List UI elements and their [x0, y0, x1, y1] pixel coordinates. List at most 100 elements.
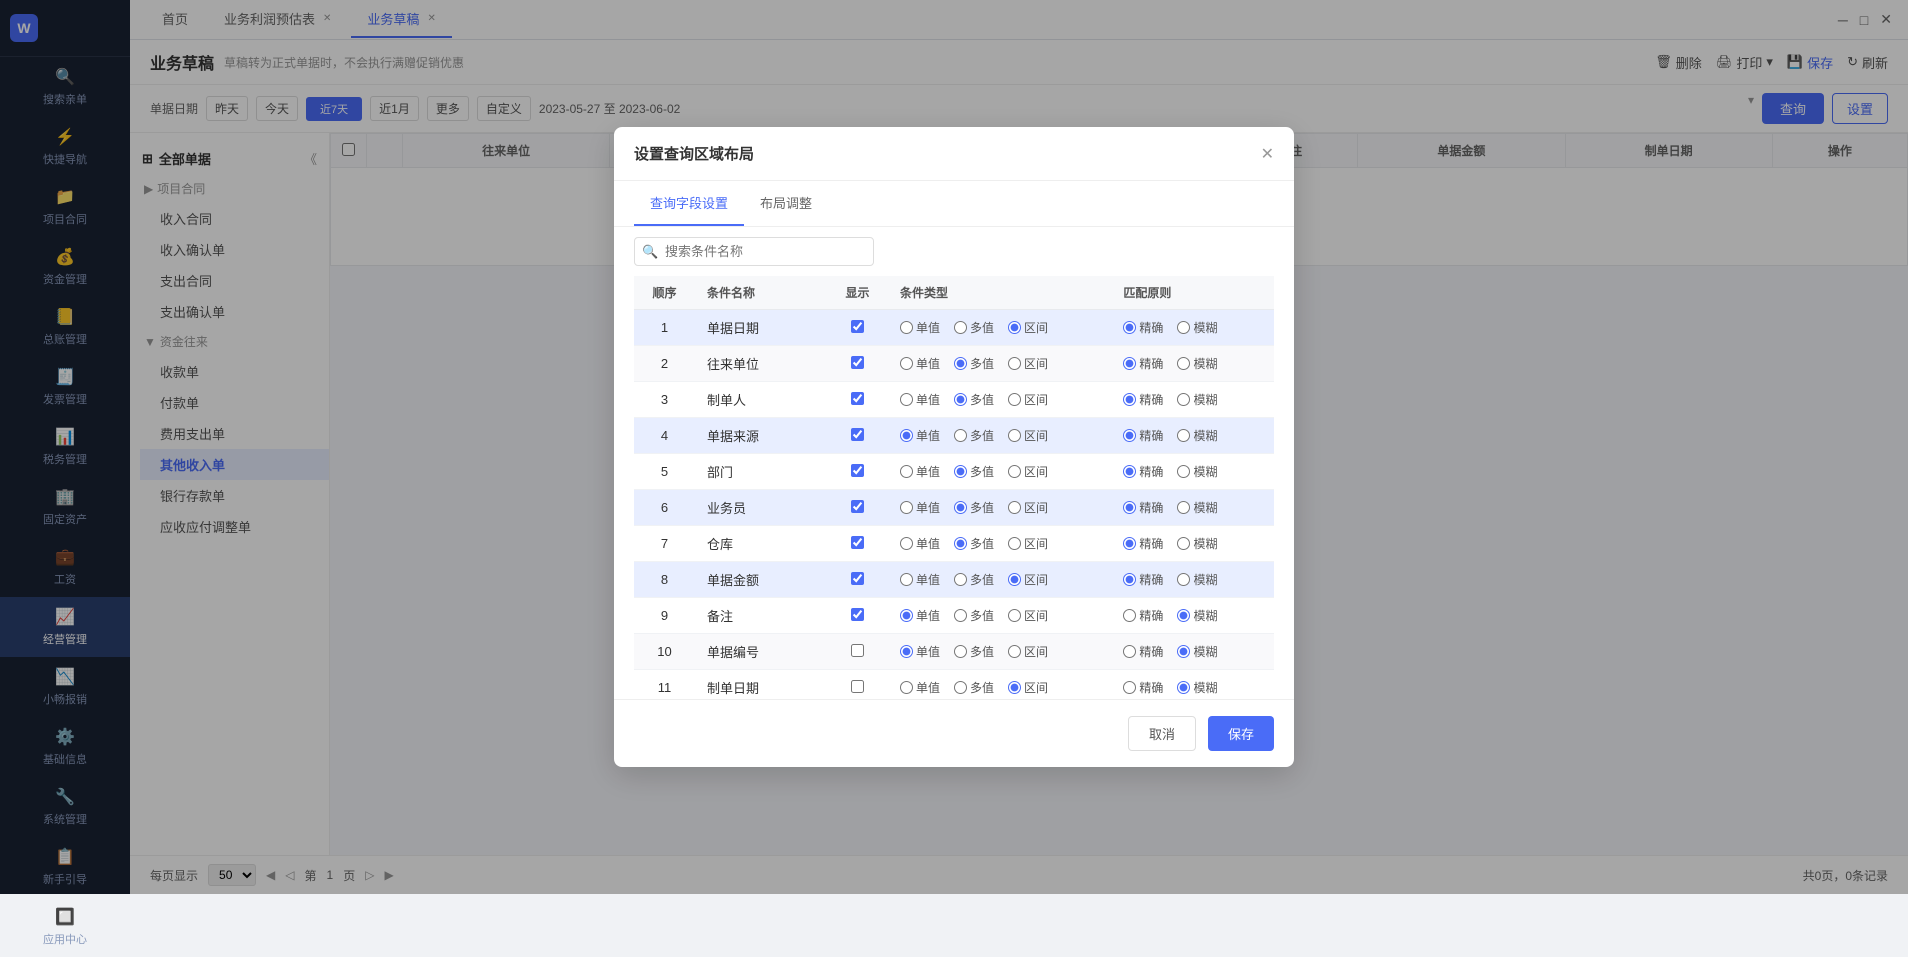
- radio-match_exact[interactable]: [1123, 537, 1136, 550]
- radio-label-match_fuzzy[interactable]: 模糊: [1177, 535, 1217, 552]
- radio-label-type_range[interactable]: 区间: [1008, 535, 1048, 552]
- radio-type_range[interactable]: [1008, 501, 1021, 514]
- radio-type_single[interactable]: [900, 681, 913, 694]
- radio-label-match_fuzzy[interactable]: 模糊: [1177, 643, 1217, 660]
- radio-type_single[interactable]: [900, 393, 913, 406]
- radio-label-type_multi[interactable]: 多值: [954, 391, 994, 408]
- visible-checkbox[interactable]: [851, 464, 864, 477]
- radio-label-type_multi[interactable]: 多值: [954, 319, 994, 336]
- radio-label-match_exact[interactable]: 精确: [1123, 391, 1163, 408]
- radio-type_range[interactable]: [1008, 645, 1021, 658]
- radio-match_fuzzy[interactable]: [1177, 537, 1190, 550]
- radio-label-type_single[interactable]: 单值: [900, 607, 940, 624]
- radio-match_fuzzy[interactable]: [1177, 645, 1190, 658]
- radio-match_exact[interactable]: [1123, 573, 1136, 586]
- radio-label-type_range[interactable]: 区间: [1008, 355, 1048, 372]
- radio-label-match_fuzzy[interactable]: 模糊: [1177, 427, 1217, 444]
- radio-match_exact[interactable]: [1123, 357, 1136, 370]
- radio-label-match_exact[interactable]: 精确: [1123, 643, 1163, 660]
- radio-label-type_single[interactable]: 单值: [900, 679, 940, 696]
- radio-match_exact[interactable]: [1123, 609, 1136, 622]
- radio-label-match_fuzzy[interactable]: 模糊: [1177, 499, 1217, 516]
- visible-checkbox[interactable]: [851, 680, 864, 693]
- radio-label-match_exact[interactable]: 精确: [1123, 535, 1163, 552]
- radio-label-match_exact[interactable]: 精确: [1123, 607, 1163, 624]
- radio-label-type_multi[interactable]: 多值: [954, 679, 994, 696]
- visible-checkbox[interactable]: [851, 536, 864, 549]
- radio-label-match_exact[interactable]: 精确: [1123, 355, 1163, 372]
- radio-type_multi[interactable]: [954, 321, 967, 334]
- radio-type_multi[interactable]: [954, 393, 967, 406]
- radio-type_range[interactable]: [1008, 537, 1021, 550]
- save-modal-button[interactable]: 保存: [1208, 716, 1274, 751]
- visible-checkbox[interactable]: [851, 572, 864, 585]
- modal-tab-layout[interactable]: 布局调整: [744, 181, 828, 226]
- radio-label-type_multi[interactable]: 多值: [954, 463, 994, 480]
- radio-type_range[interactable]: [1008, 609, 1021, 622]
- radio-type_range[interactable]: [1008, 429, 1021, 442]
- radio-label-type_range[interactable]: 区间: [1008, 463, 1048, 480]
- radio-type_range[interactable]: [1008, 681, 1021, 694]
- radio-type_range[interactable]: [1008, 321, 1021, 334]
- radio-label-type_single[interactable]: 单值: [900, 427, 940, 444]
- radio-type_multi[interactable]: [954, 681, 967, 694]
- radio-type_single[interactable]: [900, 609, 913, 622]
- radio-type_single[interactable]: [900, 573, 913, 586]
- radio-type_multi[interactable]: [954, 645, 967, 658]
- radio-label-type_range[interactable]: 区间: [1008, 391, 1048, 408]
- radio-label-type_multi[interactable]: 多值: [954, 499, 994, 516]
- radio-type_multi[interactable]: [954, 465, 967, 478]
- radio-type_range[interactable]: [1008, 573, 1021, 586]
- visible-checkbox[interactable]: [851, 608, 864, 621]
- radio-match_fuzzy[interactable]: [1177, 357, 1190, 370]
- radio-label-type_single[interactable]: 单值: [900, 535, 940, 552]
- visible-checkbox[interactable]: [851, 356, 864, 369]
- radio-match_exact[interactable]: [1123, 465, 1136, 478]
- radio-label-match_exact[interactable]: 精确: [1123, 319, 1163, 336]
- radio-label-match_exact[interactable]: 精确: [1123, 571, 1163, 588]
- radio-label-type_multi[interactable]: 多值: [954, 571, 994, 588]
- radio-label-match_fuzzy[interactable]: 模糊: [1177, 391, 1217, 408]
- modal-close-button[interactable]: ✕: [1261, 144, 1274, 164]
- radio-label-type_range[interactable]: 区间: [1008, 499, 1048, 516]
- visible-checkbox[interactable]: [851, 644, 864, 657]
- radio-label-type_range[interactable]: 区间: [1008, 571, 1048, 588]
- radio-label-type_single[interactable]: 单值: [900, 571, 940, 588]
- radio-match_fuzzy[interactable]: [1177, 609, 1190, 622]
- radio-match_exact[interactable]: [1123, 501, 1136, 514]
- radio-label-type_multi[interactable]: 多值: [954, 427, 994, 444]
- radio-type_range[interactable]: [1008, 465, 1021, 478]
- radio-label-type_single[interactable]: 单值: [900, 643, 940, 660]
- radio-type_single[interactable]: [900, 465, 913, 478]
- radio-match_exact[interactable]: [1123, 429, 1136, 442]
- radio-type_range[interactable]: [1008, 357, 1021, 370]
- radio-label-match_fuzzy[interactable]: 模糊: [1177, 679, 1217, 696]
- radio-type_single[interactable]: [900, 645, 913, 658]
- radio-type_range[interactable]: [1008, 393, 1021, 406]
- radio-type_single[interactable]: [900, 537, 913, 550]
- radio-label-match_exact[interactable]: 精确: [1123, 679, 1163, 696]
- radio-type_multi[interactable]: [954, 429, 967, 442]
- radio-type_single[interactable]: [900, 501, 913, 514]
- modal-overlay[interactable]: 设置查询区域布局 ✕ 查询字段设置 布局调整 🔍: [0, 0, 1908, 894]
- modal-tab-query[interactable]: 查询字段设置: [634, 181, 744, 226]
- radio-type_single[interactable]: [900, 321, 913, 334]
- cancel-button[interactable]: 取消: [1128, 716, 1196, 751]
- radio-label-type_range[interactable]: 区间: [1008, 319, 1048, 336]
- radio-label-type_multi[interactable]: 多值: [954, 355, 994, 372]
- radio-match_fuzzy[interactable]: [1177, 501, 1190, 514]
- radio-type_multi[interactable]: [954, 573, 967, 586]
- radio-label-type_single[interactable]: 单值: [900, 391, 940, 408]
- visible-checkbox[interactable]: [851, 500, 864, 513]
- radio-label-type_single[interactable]: 单值: [900, 499, 940, 516]
- radio-label-type_range[interactable]: 区间: [1008, 607, 1048, 624]
- radio-match_fuzzy[interactable]: [1177, 393, 1190, 406]
- modal-search-input[interactable]: [634, 237, 874, 266]
- radio-match_fuzzy[interactable]: [1177, 429, 1190, 442]
- radio-type_multi[interactable]: [954, 501, 967, 514]
- radio-label-match_fuzzy[interactable]: 模糊: [1177, 463, 1217, 480]
- radio-label-type_range[interactable]: 区间: [1008, 679, 1048, 696]
- visible-checkbox[interactable]: [851, 428, 864, 441]
- radio-label-type_multi[interactable]: 多值: [954, 643, 994, 660]
- radio-match_fuzzy[interactable]: [1177, 573, 1190, 586]
